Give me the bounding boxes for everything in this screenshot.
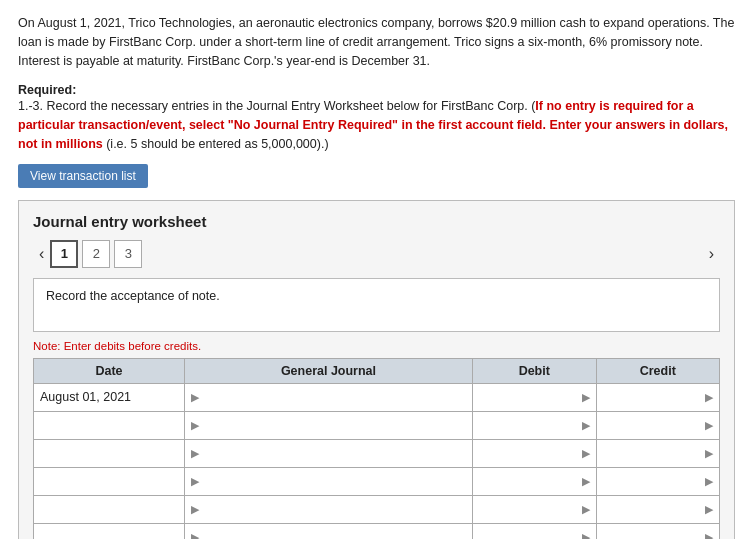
required-label: Required: xyxy=(18,83,76,97)
col-header-gj: General Journal xyxy=(184,358,472,383)
credit-indicator-5: ▶ xyxy=(705,531,713,539)
required-body: 1.-3. Record the necessary entries in th… xyxy=(18,99,728,151)
table-row: ▶ ▶ ▶ xyxy=(34,411,720,439)
required-line1: 1.-3. Record the necessary entries in th… xyxy=(18,99,535,113)
table-row: ▶ ▶ ▶ xyxy=(34,439,720,467)
cell-debit-3[interactable]: ▶ xyxy=(473,467,596,495)
cell-gj-1[interactable]: ▶ xyxy=(184,411,472,439)
cell-date-2 xyxy=(34,439,185,467)
tab-2[interactable]: 2 xyxy=(82,240,110,268)
col-header-credit: Credit xyxy=(596,358,720,383)
cell-debit-4[interactable]: ▶ xyxy=(473,495,596,523)
cell-date-4 xyxy=(34,495,185,523)
debit-indicator-3: ▶ xyxy=(582,475,590,487)
cell-gj-2[interactable]: ▶ xyxy=(184,439,472,467)
credit-indicator-1: ▶ xyxy=(705,419,713,431)
table-row: ▶ ▶ ▶ xyxy=(34,523,720,539)
tab-next-arrow[interactable]: › xyxy=(703,246,720,262)
cell-date-0: August 01, 2021 xyxy=(34,383,185,411)
cell-date-5 xyxy=(34,523,185,539)
cell-date-1 xyxy=(34,411,185,439)
debit-indicator-2: ▶ xyxy=(582,447,590,459)
tab-1[interactable]: 1 xyxy=(50,240,78,268)
note-instruction-text: Record the acceptance of note. xyxy=(46,289,220,303)
cell-credit-2[interactable]: ▶ xyxy=(596,439,720,467)
cell-credit-3[interactable]: ▶ xyxy=(596,467,720,495)
cell-gj-0[interactable]: ▶ xyxy=(184,383,472,411)
worksheet-title: Journal entry worksheet xyxy=(33,213,720,230)
row-indicator-3: ▶ xyxy=(191,475,199,487)
credit-indicator-3: ▶ xyxy=(705,475,713,487)
row-indicator-1: ▶ xyxy=(191,419,199,431)
cell-credit-0[interactable]: ▶ xyxy=(596,383,720,411)
row-indicator-5: ▶ xyxy=(191,531,199,539)
debit-indicator-5: ▶ xyxy=(582,531,590,539)
debit-indicator-1: ▶ xyxy=(582,419,590,431)
debit-indicator-0: ▶ xyxy=(582,391,590,403)
cell-credit-5[interactable]: ▶ xyxy=(596,523,720,539)
tab-row: ‹ 1 2 3 › xyxy=(33,240,720,268)
debit-indicator-4: ▶ xyxy=(582,503,590,515)
table-row: ▶ ▶ ▶ xyxy=(34,467,720,495)
note-instruction-box: Record the acceptance of note. xyxy=(33,278,720,332)
credit-indicator-4: ▶ xyxy=(705,503,713,515)
note-enter-debits: Note: Enter debits before credits. xyxy=(33,340,720,352)
col-header-date: Date xyxy=(34,358,185,383)
table-row: August 01, 2021 ▶ ▶ ▶ xyxy=(34,383,720,411)
cell-gj-5[interactable]: ▶ xyxy=(184,523,472,539)
tab-prev-arrow[interactable]: ‹ xyxy=(33,246,50,262)
row-indicator-0: ▶ xyxy=(191,391,199,403)
cell-credit-4[interactable]: ▶ xyxy=(596,495,720,523)
journal-table: Date General Journal Debit Credit August… xyxy=(33,358,720,540)
intro-paragraph: On August 1, 2021, Trico Technologies, a… xyxy=(18,14,735,70)
row-indicator-2: ▶ xyxy=(191,447,199,459)
credit-indicator-0: ▶ xyxy=(705,391,713,403)
tab-3[interactable]: 3 xyxy=(114,240,142,268)
table-row: ▶ ▶ ▶ xyxy=(34,495,720,523)
cell-credit-1[interactable]: ▶ xyxy=(596,411,720,439)
required-section: Required: 1.-3. Record the necessary ent… xyxy=(18,82,735,153)
worksheet-container: Journal entry worksheet ‹ 1 2 3 › Record… xyxy=(18,200,735,540)
cell-debit-0[interactable]: ▶ xyxy=(473,383,596,411)
cell-gj-4[interactable]: ▶ xyxy=(184,495,472,523)
row-indicator-4: ▶ xyxy=(191,503,199,515)
cell-debit-2[interactable]: ▶ xyxy=(473,439,596,467)
credit-indicator-2: ▶ xyxy=(705,447,713,459)
cell-date-3 xyxy=(34,467,185,495)
view-transaction-button[interactable]: View transaction list xyxy=(18,164,148,188)
col-header-debit: Debit xyxy=(473,358,596,383)
cell-debit-5[interactable]: ▶ xyxy=(473,523,596,539)
cell-gj-3[interactable]: ▶ xyxy=(184,467,472,495)
required-line2: (i.e. 5 should be entered as 5,000,000).… xyxy=(103,137,329,151)
cell-debit-1[interactable]: ▶ xyxy=(473,411,596,439)
